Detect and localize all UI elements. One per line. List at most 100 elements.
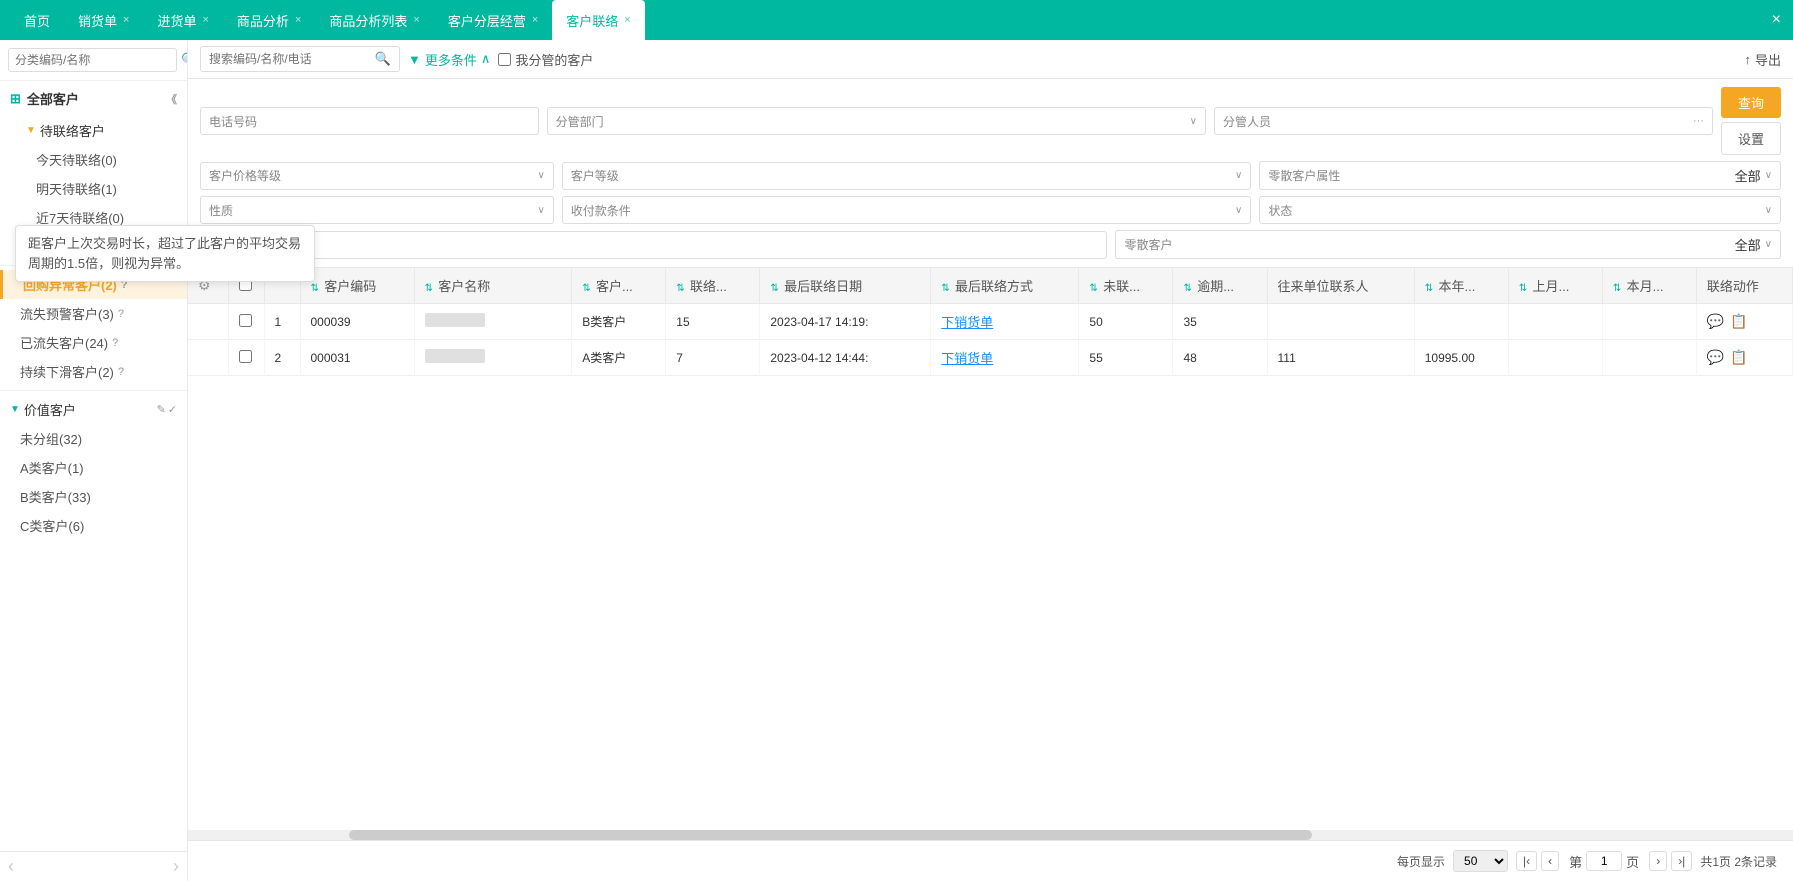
my-customers-checkbox[interactable] — [498, 53, 511, 66]
grid-icon: ⊞ — [10, 91, 21, 107]
manager-dots-icon[interactable]: ··· — [1693, 115, 1704, 127]
sort-this-month-icon[interactable]: ⇅ — [1613, 283, 1621, 294]
sidebar-item-lost[interactable]: 已流失客户(24) ? — [0, 328, 187, 357]
page-number-input[interactable] — [1586, 851, 1622, 871]
sidebar-item-lost-pre[interactable]: 流失预警客户(3) ? — [0, 299, 187, 328]
sort-name-icon[interactable]: ⇅ — [425, 283, 433, 294]
sidebar-item-tomorrow[interactable]: 明天待联络(1) — [16, 174, 187, 203]
close-product-list-icon[interactable]: × — [413, 14, 419, 26]
more-conditions-btn[interactable]: ▼ 更多条件 ∧ — [408, 50, 490, 69]
per-page-select[interactable]: 50 100 200 — [1453, 850, 1508, 872]
close-sales-order-icon[interactable]: × — [123, 14, 129, 26]
col-type[interactable]: ⇅ 客户... — [572, 268, 666, 304]
row2-phone-icon[interactable]: 📋 — [1730, 349, 1747, 366]
payment-filter[interactable]: 收付款条件 ∨ — [562, 196, 1252, 224]
dept-filter[interactable]: 分管部门 ∨ — [547, 107, 1206, 135]
row2-last-way[interactable]: 下销货单 — [931, 340, 1079, 376]
settings-button[interactable]: 设置 — [1721, 122, 1781, 155]
sort-last-way-icon[interactable]: ⇅ — [941, 283, 949, 294]
first-page-btn[interactable]: |‹ — [1516, 851, 1537, 871]
sort-contact-icon[interactable]: ⇅ — [676, 283, 684, 294]
zero-sales-arrow-icon: ∨ — [1765, 170, 1772, 181]
sidebar-search-input[interactable] — [8, 48, 177, 72]
customer-level-filter[interactable]: 客户等级 ∨ — [562, 162, 1252, 190]
row1-contact: 15 — [666, 304, 760, 340]
sidebar-item-decline[interactable]: 持续下滑客户(2) ? — [0, 357, 187, 386]
sort-code-icon[interactable]: ⇅ — [311, 283, 319, 294]
sidebar-scroll-right-icon[interactable]: › — [173, 856, 179, 877]
sort-uncontact-icon[interactable]: ⇅ — [1089, 283, 1097, 294]
sidebar-all-customers[interactable]: ⊞ 全部客户 《 — [0, 81, 187, 116]
price-level-filter[interactable]: 客户价格等级 ∨ — [200, 162, 554, 190]
close-product-analysis-icon[interactable]: × — [295, 14, 301, 26]
zero-customer-filter[interactable]: 零散客户 全部 ∨ — [1115, 230, 1781, 259]
query-button[interactable]: 查询 — [1721, 87, 1781, 118]
close-customer-tier-icon[interactable]: × — [532, 14, 538, 26]
close-purchase-icon[interactable]: × — [202, 14, 208, 26]
col-this-year[interactable]: ⇅ 本年... — [1414, 268, 1508, 304]
sidebar-item-c-class[interactable]: C类客户(6) — [0, 511, 187, 540]
search-input[interactable] — [209, 52, 375, 66]
row2-type: A类客户 — [572, 340, 666, 376]
nav-sales-order[interactable]: 销货单 × — [64, 0, 143, 40]
col-contact[interactable]: ⇅ 联络... — [666, 268, 760, 304]
nav-customer-contact[interactable]: 客户联络 × — [552, 0, 644, 40]
horizontal-scrollbar[interactable] — [188, 830, 1793, 840]
sort-type-icon[interactable]: ⇅ — [582, 283, 590, 294]
window-close-button[interactable]: × — [1772, 11, 1781, 29]
sidebar-item-today[interactable]: 今天待联络(0) — [16, 145, 187, 174]
status-filter[interactable]: 状态 ∨ — [1259, 196, 1781, 224]
nav-customer-tier[interactable]: 客户分层经营 × — [434, 0, 552, 40]
sidebar-item-a-class[interactable]: A类客户(1) — [0, 453, 187, 482]
value-customer-group[interactable]: ▼ 价值客户 ✎ ✓ — [0, 395, 187, 424]
value-edit-icon[interactable]: ✎ — [157, 403, 166, 416]
row2-chat-icon[interactable]: 💬 — [1707, 349, 1724, 366]
col-last-way[interactable]: ⇅ 最后联络方式 — [931, 268, 1079, 304]
sort-this-year-icon[interactable]: ⇅ — [1425, 283, 1433, 294]
zero-sales-filter[interactable]: 零散客户属性 全部 ∨ — [1259, 161, 1781, 190]
scrollbar-thumb[interactable] — [349, 830, 1312, 840]
col-unit-contact[interactable]: 往来单位联系人 — [1267, 268, 1414, 304]
col-last-date[interactable]: ⇅ 最后联络日期 — [760, 268, 931, 304]
col-name[interactable]: ⇅ 客户名称 — [414, 268, 572, 304]
sidebar-item-ungroup[interactable]: 未分组(32) — [0, 424, 187, 453]
last-page-btn[interactable]: ›| — [1671, 851, 1692, 871]
col-overdue[interactable]: ⇅ 逾期... — [1173, 268, 1267, 304]
row1-phone-icon[interactable]: 📋 — [1730, 313, 1747, 330]
value-check-icon[interactable]: ✓ — [168, 403, 177, 416]
pending-contact-title[interactable]: ▼ 待联络客户 — [16, 116, 187, 145]
customer-type-filter[interactable]: 客户类型 — [226, 231, 1107, 259]
sidebar-search-icon[interactable]: 🔍 — [181, 52, 188, 68]
sort-last-date-icon[interactable]: ⇅ — [770, 283, 778, 294]
col-this-month[interactable]: ⇅ 本月... — [1602, 268, 1696, 304]
gender-filter[interactable]: 性质 ∨ — [200, 196, 554, 224]
collapse-sidebar-icon[interactable]: 《 — [166, 91, 177, 107]
row1-chat-icon[interactable]: 💬 — [1707, 313, 1724, 330]
close-customer-contact-icon[interactable]: × — [624, 14, 630, 26]
row2-select-checkbox[interactable] — [239, 350, 252, 363]
nav-purchase-order[interactable]: 进货单 × — [143, 0, 222, 40]
row2-last-month — [1508, 340, 1602, 376]
sidebar-scroll-left-icon[interactable]: ‹ — [8, 856, 14, 877]
row2-action-icons: 💬 📋 — [1707, 349, 1782, 366]
col-last-month[interactable]: ⇅ 上月... — [1508, 268, 1602, 304]
row1-this-year — [1414, 304, 1508, 340]
export-button[interactable]: ↑ 导出 — [1744, 50, 1781, 69]
row1-last-way[interactable]: 下销货单 — [931, 304, 1079, 340]
col-uncontact[interactable]: ⇅ 未联... — [1079, 268, 1173, 304]
phone-filter[interactable]: 电话号码 — [200, 107, 539, 135]
col-code[interactable]: ⇅ 客户编码 — [300, 268, 414, 304]
sort-last-month-icon[interactable]: ⇅ — [1519, 283, 1527, 294]
next-page-btn[interactable]: › — [1649, 851, 1667, 871]
nav-product-analysis-list[interactable]: 商品分析列表 × — [315, 0, 433, 40]
table-row: 2 000031 A类客户 7 2023-04-12 14:44: 下销货单 5… — [188, 340, 1793, 376]
prev-page-btn[interactable]: ‹ — [1541, 851, 1559, 871]
manager-filter[interactable]: 分管人员 ··· — [1214, 107, 1713, 135]
row1-select-checkbox[interactable] — [239, 314, 252, 327]
nav-product-analysis[interactable]: 商品分析 × — [223, 0, 315, 40]
search-icon[interactable]: 🔍 — [375, 51, 391, 67]
nav-home[interactable]: 首页 — [10, 0, 64, 40]
sidebar-item-b-class[interactable]: B类客户(33) — [0, 482, 187, 511]
row2-this-year: 10995.00 — [1414, 340, 1508, 376]
sort-overdue-icon[interactable]: ⇅ — [1183, 283, 1191, 294]
